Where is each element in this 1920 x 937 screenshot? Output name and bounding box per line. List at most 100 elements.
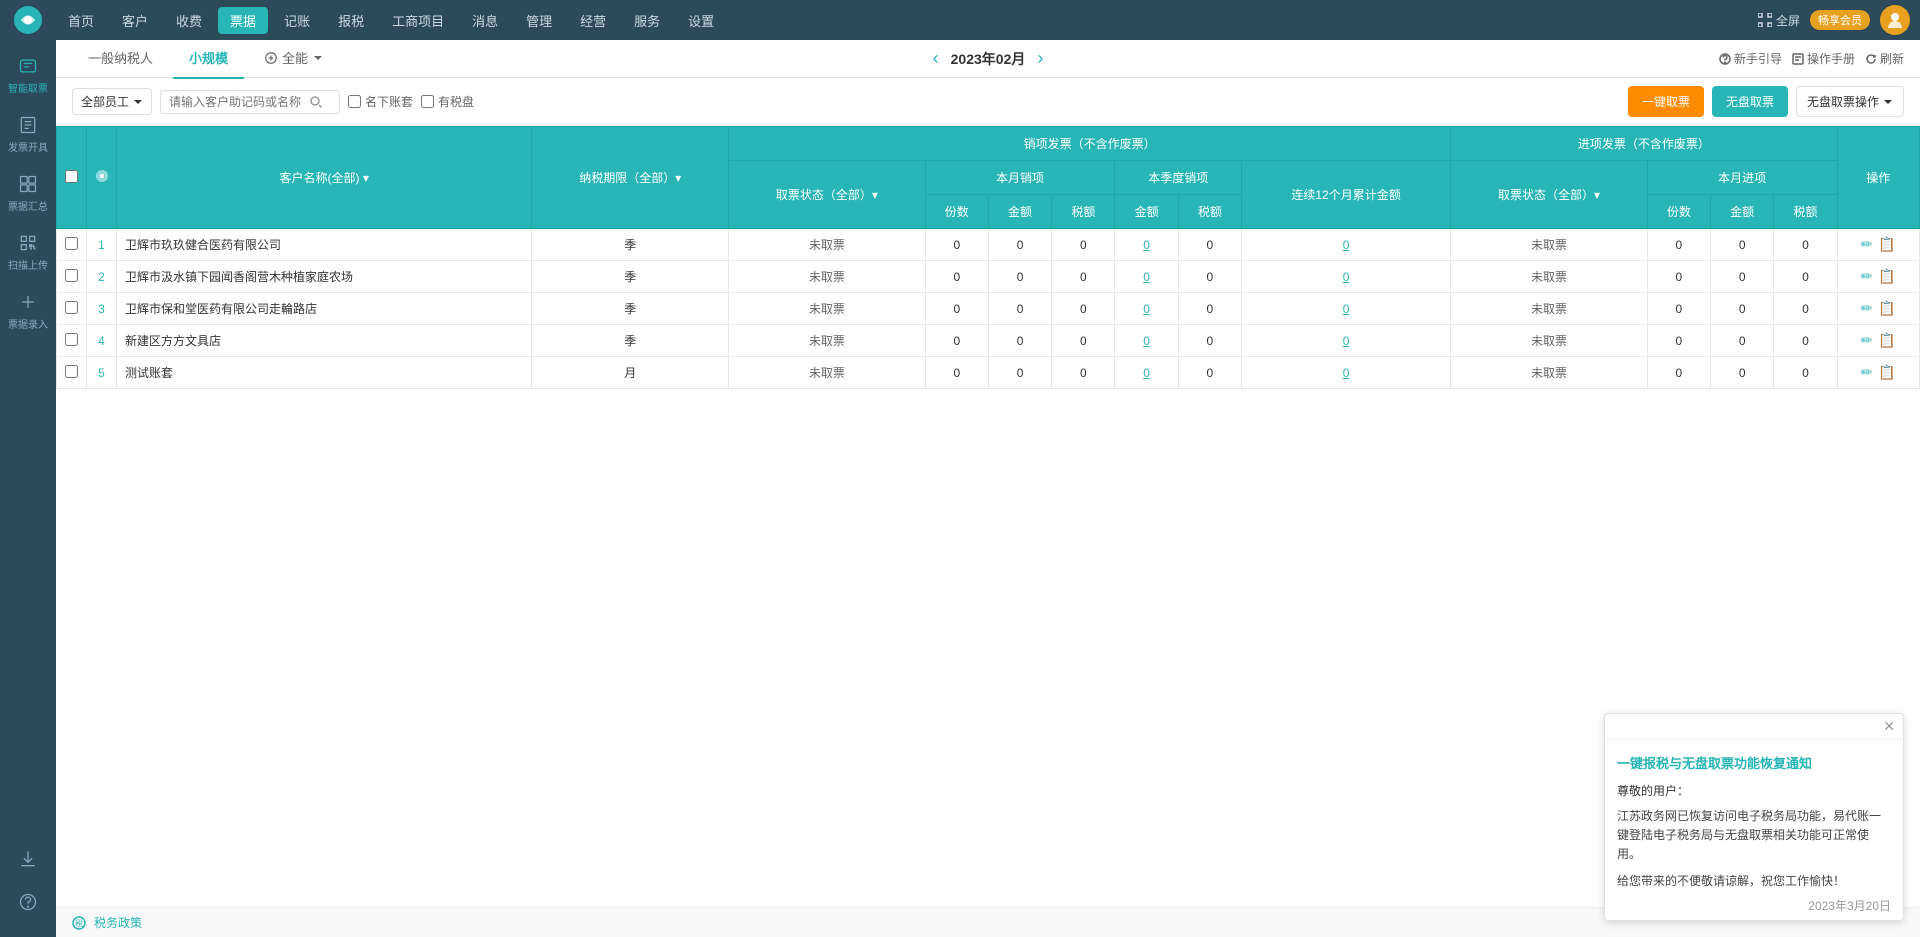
row-purchase-month-count: 0 xyxy=(1647,293,1710,325)
search-input[interactable] xyxy=(169,95,309,109)
new-guide-button[interactable]: 新手引导 xyxy=(1719,50,1782,67)
row-edit-icon[interactable]: ✏ xyxy=(1861,268,1873,285)
row-sales-status: 未取票 xyxy=(729,325,926,357)
sales-invoice-group-header: 销项发票（不含作废票） xyxy=(729,127,1451,161)
fullscreen-button[interactable]: 全屏 xyxy=(1758,12,1800,29)
tax-policy-link[interactable]: 税务政策 xyxy=(94,914,142,931)
row-checkbox-cell xyxy=(57,325,87,357)
purchase-monthly-header: 本月进项 xyxy=(1647,161,1837,195)
top-navigation: 首页 客户 收费 票据 记账 报税 工商项目 消息 管理 经营 服务 设置 全屏… xyxy=(0,0,1920,40)
row-tax-period: 季 xyxy=(532,261,729,293)
row-sales-month-amount: 0 xyxy=(988,325,1051,357)
tab-all[interactable]: 全能 xyxy=(248,40,340,79)
diskless-fetch-button[interactable]: 无盘取票 xyxy=(1712,86,1788,117)
filter-my-accounts[interactable]: 名下账套 xyxy=(348,93,413,110)
sidebar-item-smart-ticket[interactable]: 智能取票 xyxy=(0,48,56,103)
period-next-button[interactable]: › xyxy=(1037,48,1043,69)
sidebar-bottom xyxy=(12,843,44,937)
row-sales-annual: 0 xyxy=(1241,293,1450,325)
filter-right-buttons: 一键取票 无盘取票 无盘取票操作 xyxy=(1628,86,1904,117)
row-sales-quarter-amount: 0 xyxy=(1115,325,1178,357)
vip-badge[interactable]: 畅享会员 xyxy=(1810,10,1870,30)
filter-bar: 全部员工 名下账套 有税盘 一键取票 无盘取票 无盘取票操作 xyxy=(56,78,1920,126)
row-detail-icon[interactable]: 📋 xyxy=(1878,364,1895,381)
row-detail-icon[interactable]: 📋 xyxy=(1878,332,1895,349)
row-sales-month-amount: 0 xyxy=(988,357,1051,389)
row-sales-annual: 0 xyxy=(1241,229,1450,261)
one-click-fetch-button[interactable]: 一键取票 xyxy=(1628,86,1704,117)
nav-operation[interactable]: 经营 xyxy=(568,7,618,34)
row-customer-name: 卫辉市玖玖健合医药有限公司 xyxy=(117,229,532,261)
row-edit-icon[interactable]: ✏ xyxy=(1861,300,1873,317)
nav-business[interactable]: 工商项目 xyxy=(380,7,456,34)
diskless-operation-button[interactable]: 无盘取票操作 xyxy=(1796,86,1904,117)
tab-general[interactable]: 一般纳税人 xyxy=(72,40,169,79)
user-avatar[interactable] xyxy=(1880,5,1910,35)
tab-small[interactable]: 小规模 xyxy=(173,40,244,79)
sidebar-help[interactable] xyxy=(12,886,44,921)
nav-bookkeeping[interactable]: 记账 xyxy=(272,7,322,34)
sidebar-item-scan[interactable]: 扫描上传 xyxy=(0,225,56,280)
row-purchase-status: 未取票 xyxy=(1451,261,1648,293)
nav-service[interactable]: 服务 xyxy=(622,7,672,34)
nav-message[interactable]: 消息 xyxy=(460,7,510,34)
row-sales-quarter-tax: 0 xyxy=(1178,293,1241,325)
nav-invoice[interactable]: 票据 xyxy=(218,7,268,34)
settings-header[interactable] xyxy=(87,127,117,229)
notification-panel: ✕ 一键报税与无盘取票功能恢复通知 尊敬的用户： 江苏政务网已恢复访问电子税务局… xyxy=(1604,713,1904,921)
row-detail-icon[interactable]: 📋 xyxy=(1878,300,1895,317)
row-sales-quarter-amount: 0 xyxy=(1115,293,1178,325)
nav-tax[interactable]: 报税 xyxy=(326,7,376,34)
row-purchase-month-count: 0 xyxy=(1647,325,1710,357)
row-sales-month-count: 0 xyxy=(925,357,988,389)
notification-close-button[interactable]: ✕ xyxy=(1883,718,1895,735)
row-sales-quarter-amount: 0 xyxy=(1115,229,1178,261)
filter-has-taxdisk[interactable]: 有税盘 xyxy=(421,93,474,110)
sales-month-tax-header: 税额 xyxy=(1052,195,1115,229)
nav-billing[interactable]: 收费 xyxy=(164,7,214,34)
employee-select[interactable]: 全部员工 xyxy=(72,88,152,115)
row-sales-annual: 0 xyxy=(1241,261,1450,293)
row-edit-icon[interactable]: ✏ xyxy=(1861,236,1873,253)
row-checkbox[interactable] xyxy=(65,269,78,282)
row-sales-month-tax: 0 xyxy=(1052,325,1115,357)
row-actions: ✏ 📋 xyxy=(1837,261,1919,293)
row-edit-icon[interactable]: ✏ xyxy=(1861,364,1873,381)
nav-customer[interactable]: 客户 xyxy=(110,7,160,34)
row-detail-icon[interactable]: 📋 xyxy=(1878,268,1895,285)
row-purchase-month-count: 0 xyxy=(1647,261,1710,293)
notification-greeting: 尊敬的用户： xyxy=(1617,781,1891,803)
purchase-cancel-status-header[interactable]: 取票状态（全部）▾ xyxy=(1451,161,1648,229)
row-checkbox[interactable] xyxy=(65,237,78,250)
row-sales-quarter-tax: 0 xyxy=(1178,357,1241,389)
row-sales-quarter-tax: 0 xyxy=(1178,229,1241,261)
sidebar-item-entry[interactable]: 票据录入 xyxy=(0,284,56,339)
row-edit-icon[interactable]: ✏ xyxy=(1861,332,1873,349)
row-actions: ✏ 📋 xyxy=(1837,229,1919,261)
select-all-checkbox[interactable] xyxy=(65,170,78,183)
customer-name-header[interactable]: 客户名称(全部) ▾ xyxy=(117,127,532,229)
row-detail-icon[interactable]: 📋 xyxy=(1878,236,1895,253)
sidebar-item-summary[interactable]: 票据汇总 xyxy=(0,166,56,221)
refresh-button[interactable]: 刷新 xyxy=(1865,50,1904,67)
table-row: 1 卫辉市玖玖健合医药有限公司 季 未取票 0 0 0 0 0 0 未取票 0 … xyxy=(57,229,1920,261)
notification-apology: 给您带来的不便敬请谅解，祝您工作愉快！ xyxy=(1617,871,1891,893)
period-prev-button[interactable]: ‹ xyxy=(933,48,939,69)
row-index: 4 xyxy=(87,325,117,357)
row-checkbox[interactable] xyxy=(65,333,78,346)
sales-cancel-status-header[interactable]: 取票状态（全部）▾ xyxy=(729,161,926,229)
manual-button[interactable]: 操作手册 xyxy=(1792,50,1855,67)
sidebar-download[interactable] xyxy=(12,843,44,878)
sidebar-item-invoice[interactable]: 发票开具 xyxy=(0,107,56,162)
row-checkbox[interactable] xyxy=(65,365,78,378)
row-checkbox[interactable] xyxy=(65,301,78,314)
nav-settings[interactable]: 设置 xyxy=(676,7,726,34)
search-icon[interactable] xyxy=(309,95,323,109)
row-sales-quarter-amount: 0 xyxy=(1115,357,1178,389)
nav-home[interactable]: 首页 xyxy=(56,7,106,34)
tax-period-header[interactable]: 纳税期限（全部）▾ xyxy=(532,127,729,229)
row-sales-status: 未取票 xyxy=(729,229,926,261)
row-sales-month-count: 0 xyxy=(925,325,988,357)
tax-policy-icon: 税 xyxy=(72,916,86,930)
nav-management[interactable]: 管理 xyxy=(514,7,564,34)
